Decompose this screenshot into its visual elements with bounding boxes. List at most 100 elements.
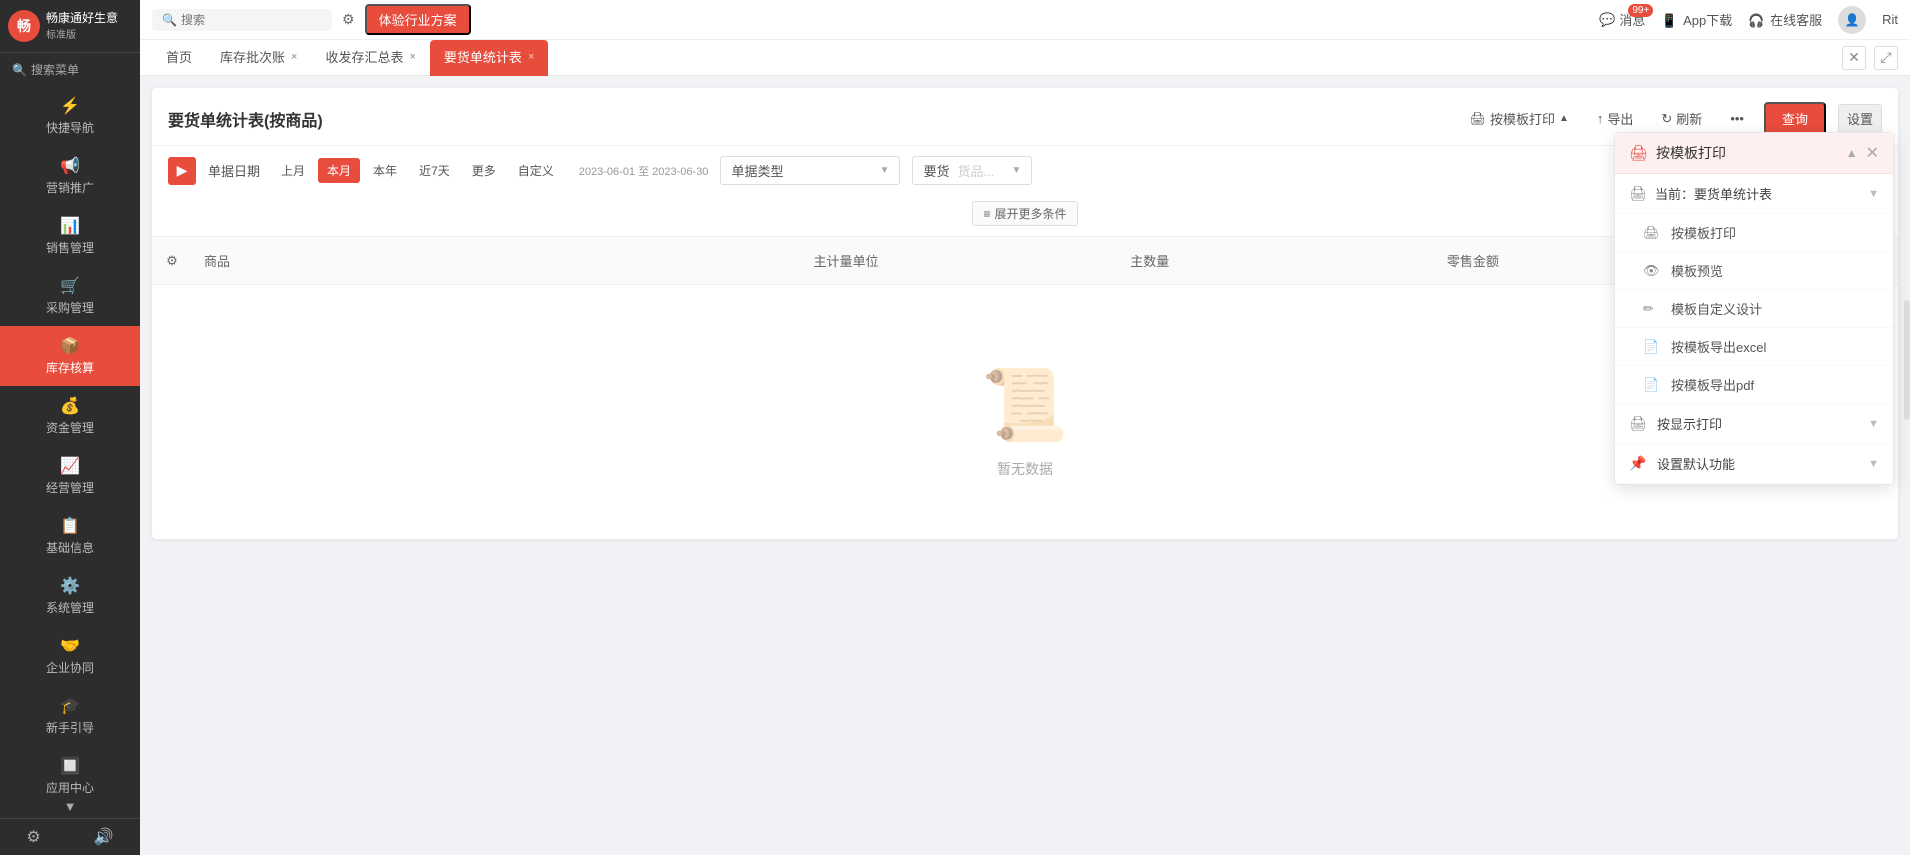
dropdown-print-icon: 🖨 [1629, 144, 1648, 162]
dropdown-set-default[interactable]: 📌 设置默认功能 ▼ [1615, 444, 1893, 484]
export-btn[interactable]: ↑ 导出 [1589, 105, 1642, 132]
print-template-label: 按模板打印 [1490, 109, 1555, 128]
sidebar-item-sales[interactable]: 📊 销售管理 [0, 206, 140, 266]
help-bottom-icon[interactable]: 🔊 [94, 827, 114, 847]
sidebar-item-collab[interactable]: 🤝 企业协同 [0, 626, 140, 686]
tab-expand-btn[interactable]: ⤢ [1874, 46, 1898, 70]
sidebar-item-quick-nav[interactable]: ⚡ 快捷导航 [0, 86, 140, 146]
topbar-search-box[interactable]: 🔍 [152, 9, 332, 31]
sidebar-scroll-down[interactable]: ▼ [0, 794, 140, 818]
order-goods-label: 要货 [923, 161, 949, 180]
sidebar-item-label: 销售管理 [46, 239, 94, 256]
tab-receipt-summary-label: 收发存汇总表 [325, 47, 403, 66]
order-type-select[interactable]: 单据类型 ▼ [720, 156, 900, 185]
tabs-bar: 首页 库存批次账 × 收发存汇总表 × 要货单统计表 × ✕ ⤢ [140, 40, 1910, 76]
dropdown-template-excel[interactable]: 📄 按模板导出excel [1615, 328, 1893, 366]
col-checkbox: ⚙ [152, 247, 192, 275]
dropdown-template-design[interactable]: ✏ 模板自定义设计 [1615, 290, 1893, 328]
sidebar-search-label: 搜索菜单 [31, 61, 79, 78]
topbar-search-icon: 🔍 [162, 13, 177, 27]
date-last7-btn[interactable]: 近7天 [410, 158, 459, 183]
tab-inventory-batch-close[interactable]: × [291, 51, 297, 63]
trial-button[interactable]: 体验行业方案 [365, 4, 471, 35]
sidebar-item-finance[interactable]: 💰 资金管理 [0, 386, 140, 446]
date-filter-label: 单据日期 [208, 161, 260, 180]
username: Rit [1882, 12, 1898, 27]
set-default-arrow-icon: ▼ [1868, 458, 1879, 470]
current-template-label: 当前：要货单统计表 [1655, 184, 1772, 203]
template-pdf-label: 按模板导出pdf [1671, 375, 1754, 394]
refresh-btn[interactable]: ↻ 刷新 [1653, 105, 1710, 132]
appstore-icon: 🔲 [60, 756, 80, 776]
export-label: 导出 [1607, 109, 1633, 128]
sidebar-item-system[interactable]: ⚙️ 系统管理 [0, 566, 140, 626]
display-print-icon: 🖨 [1629, 415, 1647, 432]
query-btn[interactable]: 查询 [1764, 102, 1826, 135]
expand-icon: ≡ [983, 207, 990, 221]
order-goods-select[interactable]: 要货 货品... ▼ [912, 156, 1032, 185]
user-avatar[interactable]: 👤 [1838, 6, 1866, 34]
dropdown-title: 按模板打印 [1656, 143, 1726, 163]
dropdown-display-print[interactable]: 🖨 按显示打印 ▼ [1615, 404, 1893, 444]
template-excel-icon: 📄 [1643, 339, 1661, 355]
app-download[interactable]: 📱 App下载 [1661, 10, 1732, 29]
topbar: 🔍 ⚙ 体验行业方案 💬 99+ 消息 📱 App下载 🎧 在线客服 👤 Rit [140, 0, 1910, 40]
empty-illustration: 📜 [981, 365, 1068, 447]
template-preview-icon: 👁 [1643, 263, 1661, 279]
sidebar-item-operation[interactable]: 📈 经营管理 [0, 446, 140, 506]
sidebar: 畅 畅康通好生意 标准版 🔍 搜索菜单 ⚡ 快捷导航 📢 营销推广 📊 销售管理… [0, 0, 140, 855]
date-custom-btn[interactable]: 自定义 [509, 158, 563, 183]
sidebar-item-newbie[interactable]: 🎓 新手引导 [0, 686, 140, 746]
sidebar-item-label: 基础信息 [46, 539, 94, 556]
app-download-icon: 📱 [1661, 13, 1677, 28]
more-actions-btn[interactable]: ••• [1722, 107, 1752, 130]
dropdown-up-arrow-icon[interactable]: ▲ [1846, 146, 1858, 160]
tab-home[interactable]: 首页 [152, 40, 206, 76]
tab-inventory-batch[interactable]: 库存批次账 × [206, 40, 311, 76]
dropdown-close-icon[interactable]: ✕ [1866, 143, 1879, 163]
filter-toggle-icon[interactable]: ▶ [168, 157, 196, 185]
main-content: 🔍 ⚙ 体验行业方案 💬 99+ 消息 📱 App下载 🎧 在线客服 👤 Rit [140, 0, 1910, 855]
sidebar-item-appstore[interactable]: 🔲 应用中心 [0, 746, 140, 794]
dropdown-template-print[interactable]: 🖨 按模板打印 [1615, 214, 1893, 252]
template-design-label: 模板自定义设计 [1671, 299, 1762, 318]
settings-bottom-icon[interactable]: ⚙ [26, 827, 40, 847]
settings-col-icon[interactable]: ⚙ [166, 253, 178, 268]
date-this-year-btn[interactable]: 本年 [364, 158, 406, 183]
tab-receipt-summary[interactable]: 收发存汇总表 × [311, 40, 429, 76]
sidebar-item-purchase[interactable]: 🛒 采购管理 [0, 266, 140, 326]
operation-icon: 📈 [60, 456, 80, 476]
tab-receipt-summary-close[interactable]: × [409, 51, 415, 63]
sidebar-item-label: 快捷导航 [46, 119, 94, 136]
sidebar-item-marketing[interactable]: 📢 营销推广 [0, 146, 140, 206]
empty-text: 暂无数据 [997, 459, 1053, 479]
date-more-btn[interactable]: 更多 [463, 158, 505, 183]
service-label: 在线客服 [1770, 13, 1822, 28]
date-current-month-btn[interactable]: 本月 [318, 158, 360, 183]
expand-more-btn[interactable]: ≡ 展开更多条件 [972, 201, 1077, 226]
sidebar-item-inventory[interactable]: 📦 库存核算 [0, 326, 140, 386]
sidebar-item-basics[interactable]: 📋 基础信息 [0, 506, 140, 566]
date-range-text: 2023-06-01 至 2023-06-30 [579, 163, 709, 179]
tab-order-summary-close[interactable]: × [528, 51, 534, 63]
tab-close-btn[interactable]: ✕ [1842, 46, 1866, 70]
date-prev-month-btn[interactable]: 上月 [272, 158, 314, 183]
page-actions: 🖨 按模板打印 ▲ ↑ 导出 ↻ 刷新 ••• 查询 [1461, 102, 1882, 135]
order-goods-input[interactable]: 货品... [953, 161, 1007, 180]
dropdown-template-preview[interactable]: 👁 模板预览 [1615, 252, 1893, 290]
dropdown-current-template[interactable]: 🖨 当前：要货单统计表 ▼ [1615, 174, 1893, 214]
right-scrollbar[interactable] [1904, 300, 1910, 420]
template-design-icon: ✏ [1643, 301, 1661, 317]
message-badge[interactable]: 💬 99+ 消息 [1599, 10, 1645, 29]
sidebar-nav: ⚡ 快捷导航 📢 营销推广 📊 销售管理 🛒 采购管理 📦 库存核算 💰 资金管… [0, 86, 140, 794]
topbar-search-input[interactable] [181, 13, 311, 27]
sidebar-item-label: 采购管理 [46, 299, 94, 316]
online-service[interactable]: 🎧 在线客服 [1748, 10, 1822, 29]
sidebar-search[interactable]: 🔍 搜索菜单 [0, 53, 140, 86]
print-template-btn[interactable]: 🖨 按模板打印 ▲ [1461, 105, 1576, 132]
tab-order-summary[interactable]: 要货单统计表 × [430, 40, 548, 76]
order-goods-arrow-icon: ▼ [1012, 165, 1022, 176]
topbar-gear-icon[interactable]: ⚙ [342, 11, 355, 28]
settings-btn[interactable]: 设置 [1838, 104, 1882, 133]
dropdown-template-pdf[interactable]: 📄 按模板导出pdf [1615, 366, 1893, 404]
